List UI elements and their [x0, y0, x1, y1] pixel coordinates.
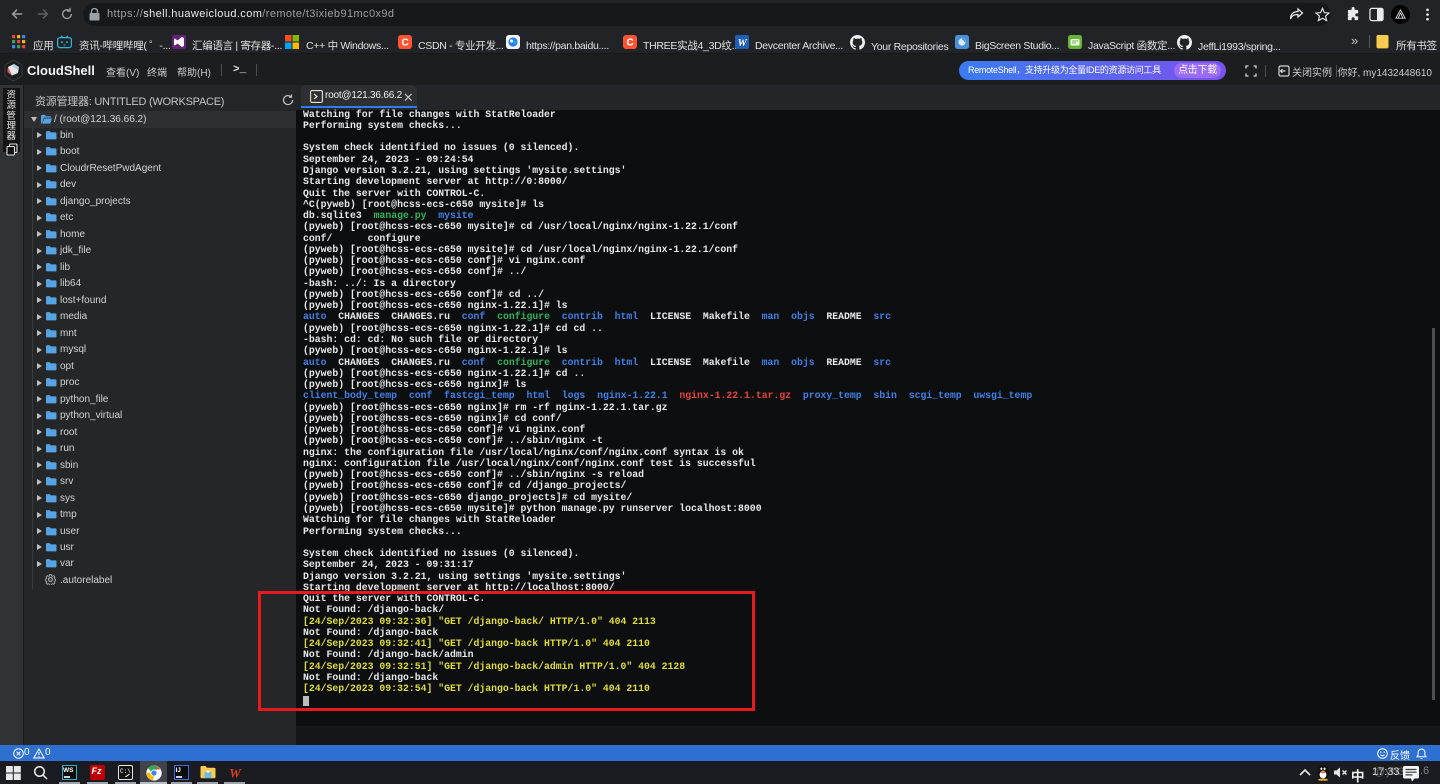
svg-text:W: W: [737, 38, 747, 49]
svg-text:C: C: [402, 38, 409, 49]
svg-text:W: W: [229, 766, 242, 781]
svg-text:C: C: [627, 38, 634, 49]
